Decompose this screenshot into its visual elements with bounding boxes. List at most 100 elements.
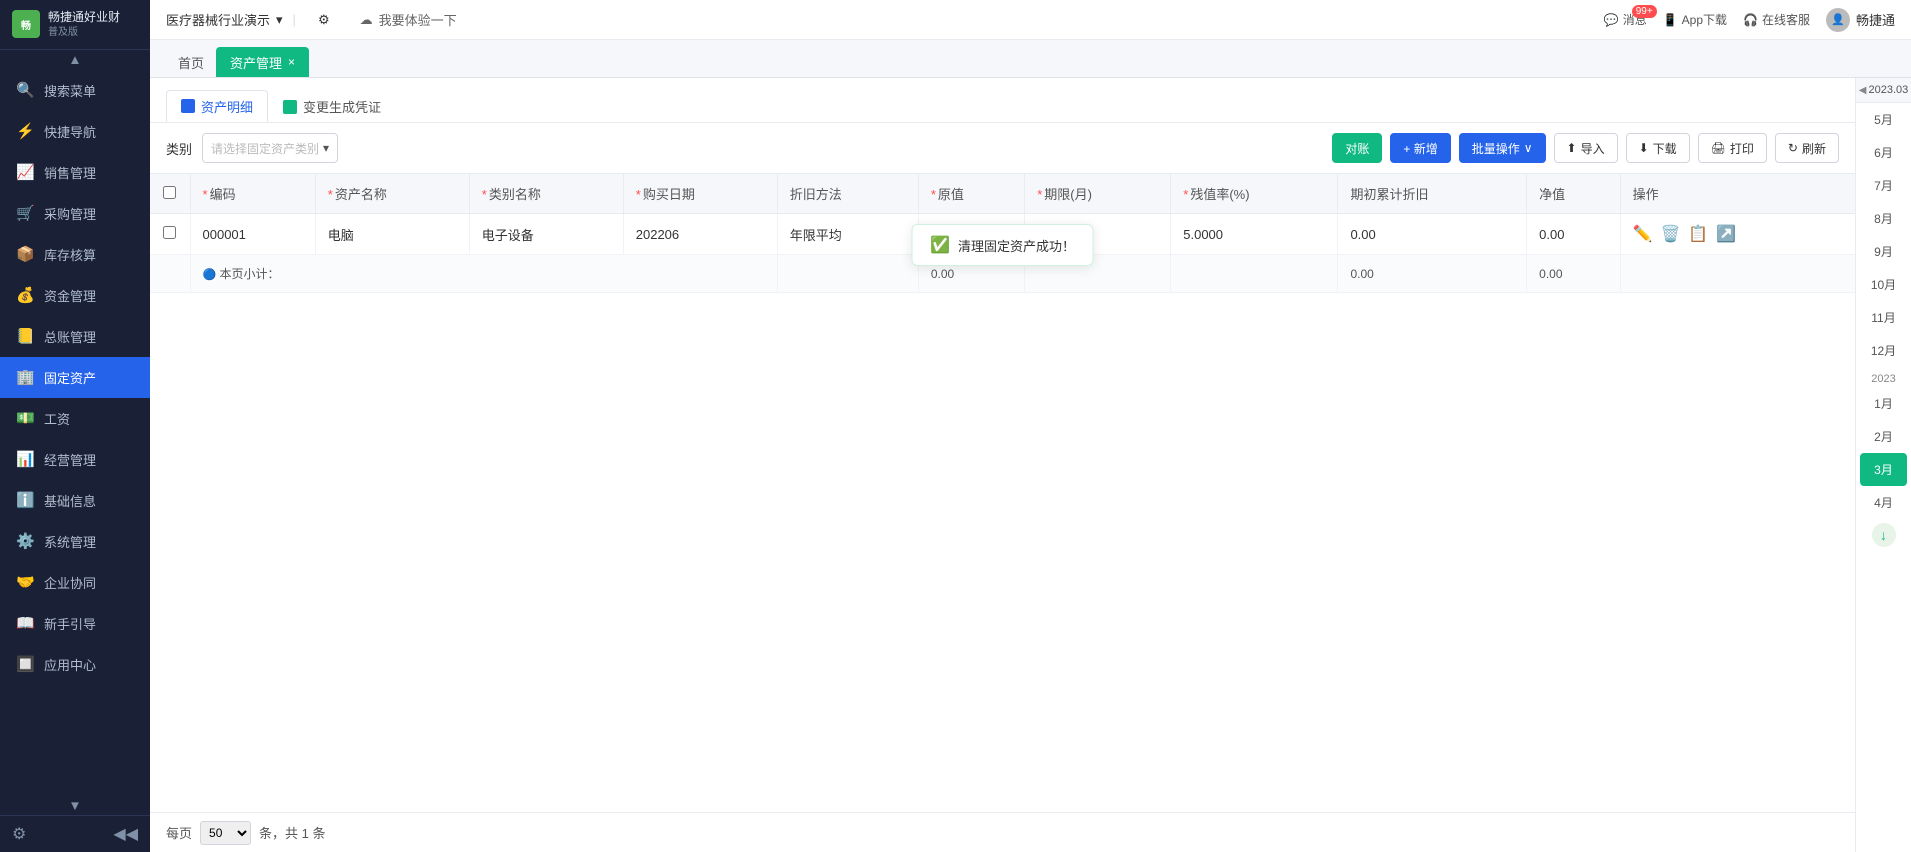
batch-dropdown-icon: ∨ bbox=[1524, 141, 1533, 155]
logo-icon: 畅 bbox=[12, 10, 40, 38]
sidebar-item-funds[interactable]: 💰 资金管理 bbox=[0, 275, 150, 316]
app-download-button[interactable]: 📱 App下载 bbox=[1663, 11, 1727, 28]
subtotal-initial: 0.00 bbox=[1338, 255, 1527, 293]
sidebar-item-payroll[interactable]: 💵 工资 bbox=[0, 398, 150, 439]
sidebar-item-operations[interactable]: 📊 经营管理 bbox=[0, 439, 150, 480]
sidebar-item-search[interactable]: 🔍 搜索菜单 bbox=[0, 70, 150, 111]
edit-button[interactable]: ✏️ bbox=[1633, 224, 1653, 244]
row-name: 电脑 bbox=[315, 214, 469, 255]
settings-button[interactable]: ⚙ bbox=[12, 824, 26, 844]
headset-icon: 🎧 bbox=[1743, 13, 1758, 27]
customer-service-button[interactable]: 🎧 在线客服 bbox=[1743, 11, 1810, 28]
cloud-icon: ☁ bbox=[360, 12, 373, 28]
calendar-month-2[interactable]: 2月 bbox=[1856, 420, 1911, 453]
calendar-month-3[interactable]: 3月 bbox=[1860, 453, 1907, 486]
col-header-period: *期限(月) bbox=[1025, 174, 1171, 214]
col-header-action: 操作 bbox=[1620, 174, 1855, 214]
total-count: 条，共 1 条 bbox=[259, 823, 325, 842]
sidebar-item-purchase[interactable]: 🛒 采购管理 bbox=[0, 193, 150, 234]
sidebar-item-system[interactable]: ⚙️ 系统管理 bbox=[0, 521, 150, 562]
tab-home[interactable]: 首页 bbox=[166, 47, 216, 77]
user-menu[interactable]: 👤 畅捷通 bbox=[1826, 8, 1895, 32]
calendar-month-5[interactable]: 5月 bbox=[1856, 103, 1911, 136]
sidebar-item-guide[interactable]: 📖 新手引导 bbox=[0, 603, 150, 644]
download-icon: ⬇ bbox=[1639, 141, 1649, 155]
row-checkbox[interactable] bbox=[163, 226, 176, 239]
topbar-right: 💬 消息 99+ 📱 App下载 🎧 在线客服 👤 畅捷通 bbox=[1604, 8, 1895, 32]
per-page-label: 每页 bbox=[166, 823, 192, 842]
calendar-month-7[interactable]: 7月 bbox=[1856, 169, 1911, 202]
calendar-month-9[interactable]: 9月 bbox=[1856, 235, 1911, 268]
sidebar-item-apps[interactable]: 🔲 应用中心 bbox=[0, 644, 150, 685]
operations-icon: 📊 bbox=[16, 450, 34, 468]
sales-icon: 📈 bbox=[16, 163, 34, 181]
category-filter[interactable]: 请选择固定资产类别 ▾ bbox=[202, 133, 338, 163]
calendar-month-4[interactable]: 4月 bbox=[1856, 486, 1911, 519]
funds-icon: 💰 bbox=[16, 286, 34, 304]
fixed-assets-icon: 🏢 bbox=[16, 368, 34, 386]
message-badge: 99+ bbox=[1632, 5, 1657, 18]
calendar-header: ◀ 2023.03 bbox=[1856, 78, 1911, 103]
sidebar-item-enterprise[interactable]: 🤝 企业协同 bbox=[0, 562, 150, 603]
col-header-purchase-date: *购买日期 bbox=[623, 174, 777, 214]
calendar-month-10[interactable]: 10月 bbox=[1856, 268, 1911, 301]
inventory-icon: 📦 bbox=[16, 245, 34, 263]
col-header-category: *类别名称 bbox=[469, 174, 623, 214]
delete-button[interactable]: 🗑️ bbox=[1661, 224, 1681, 244]
settings-gear-button[interactable]: ⚙ bbox=[306, 5, 342, 35]
copy-button[interactable]: 📋 bbox=[1688, 224, 1708, 244]
enterprise-icon: 🤝 bbox=[16, 573, 34, 591]
sidebar-item-fixed-assets[interactable]: 🏢 固定资产 bbox=[0, 357, 150, 398]
tab-close-icon[interactable]: × bbox=[288, 55, 295, 69]
new-button[interactable]: + 新增 bbox=[1390, 133, 1450, 163]
sidebar-scroll-up[interactable]: ▲ bbox=[0, 50, 150, 70]
per-page-select[interactable]: 50 100 200 bbox=[200, 821, 251, 845]
company-selector[interactable]: 医疗器械行业演示 ▾ bbox=[166, 10, 283, 29]
chevron-down-icon: ▾ bbox=[276, 12, 283, 28]
row-residual-rate: 5.0000 bbox=[1171, 214, 1338, 255]
sub-tab-change-voucher[interactable]: 变更生成凭证 bbox=[268, 90, 396, 122]
refresh-icon: ↻ bbox=[1788, 141, 1798, 155]
sidebar-item-sales[interactable]: 📈 销售管理 bbox=[0, 152, 150, 193]
pagination: 每页 50 100 200 条，共 1 条 bbox=[150, 812, 1855, 852]
import-icon: ⬆ bbox=[1567, 141, 1577, 155]
more-button[interactable]: ↗️ bbox=[1716, 224, 1736, 244]
reconcile-button[interactable]: 对账 bbox=[1332, 133, 1382, 163]
import-button[interactable]: ⬆ 导入 bbox=[1554, 133, 1618, 163]
row-category: 电子设备 bbox=[469, 214, 623, 255]
main-area: 医疗器械行业演示 ▾ | ⚙ ☁ 我要体验一下 💬 消息 99+ 📱 App下载… bbox=[150, 0, 1911, 852]
calendar-left-arrow[interactable]: ◀ bbox=[1859, 85, 1867, 96]
sidebar-brand: 畅捷通好业财 普及版 bbox=[48, 10, 120, 39]
calendar-month-8[interactable]: 8月 bbox=[1856, 202, 1911, 235]
calendar-month-6[interactable]: 6月 bbox=[1856, 136, 1911, 169]
calendar-month-11[interactable]: 11月 bbox=[1856, 301, 1911, 334]
topbar: 医疗器械行业演示 ▾ | ⚙ ☁ 我要体验一下 💬 消息 99+ 📱 App下载… bbox=[150, 0, 1911, 40]
calendar-panel: ◀ 2023.03 5月 6月 7月 8月 9月 10月 11月 12月 202… bbox=[1855, 78, 1911, 852]
row-actions: ✏️ 🗑️ 📋 ↗️ bbox=[1620, 214, 1855, 255]
main-toolbar: 类别 请选择固定资产类别 ▾ 对账 + 新增 批量操作 ∨ ⬆ 导入 bbox=[150, 123, 1855, 174]
sub-tab-asset-detail[interactable]: 资产明细 bbox=[166, 90, 268, 122]
download-button[interactable]: ⬇ 下载 bbox=[1626, 133, 1690, 163]
sidebar-scroll-down[interactable]: ▼ bbox=[0, 795, 150, 815]
message-button[interactable]: 💬 消息 99+ bbox=[1604, 11, 1647, 28]
calendar-expand-button[interactable]: ↓ bbox=[1872, 523, 1896, 547]
sidebar-item-inventory[interactable]: 📦 库存核算 bbox=[0, 234, 150, 275]
select-all-checkbox[interactable] bbox=[163, 186, 176, 199]
sidebar-item-ledger[interactable]: 📒 总账管理 bbox=[0, 316, 150, 357]
col-header-code: *编码 bbox=[190, 174, 315, 214]
sidebar-item-basic-info[interactable]: ℹ️ 基础信息 bbox=[0, 480, 150, 521]
refresh-button[interactable]: ↻ 刷新 bbox=[1775, 133, 1839, 163]
col-header-net-value: 净值 bbox=[1527, 174, 1620, 214]
print-button[interactable]: 🖨 打印 bbox=[1698, 133, 1767, 163]
sidebar-collapse-button[interactable]: ◀◀ bbox=[113, 824, 138, 844]
sidebar-header: 畅 畅捷通好业财 普及版 bbox=[0, 0, 150, 50]
batch-button[interactable]: 批量操作 ∨ bbox=[1459, 133, 1546, 163]
calendar-month-1[interactable]: 1月 bbox=[1856, 387, 1911, 420]
row-purchase-date: 202206 bbox=[623, 214, 777, 255]
calendar-month-12[interactable]: 12月 bbox=[1856, 334, 1911, 367]
asset-detail-tab-icon bbox=[181, 99, 195, 113]
tab-asset-management[interactable]: 资产管理 × bbox=[216, 47, 309, 77]
cloud-experience-button[interactable]: ☁ 我要体验一下 bbox=[360, 10, 457, 29]
sidebar-item-quicknav[interactable]: ⚡ 快捷导航 bbox=[0, 111, 150, 152]
print-icon: 🖨 bbox=[1711, 141, 1726, 155]
